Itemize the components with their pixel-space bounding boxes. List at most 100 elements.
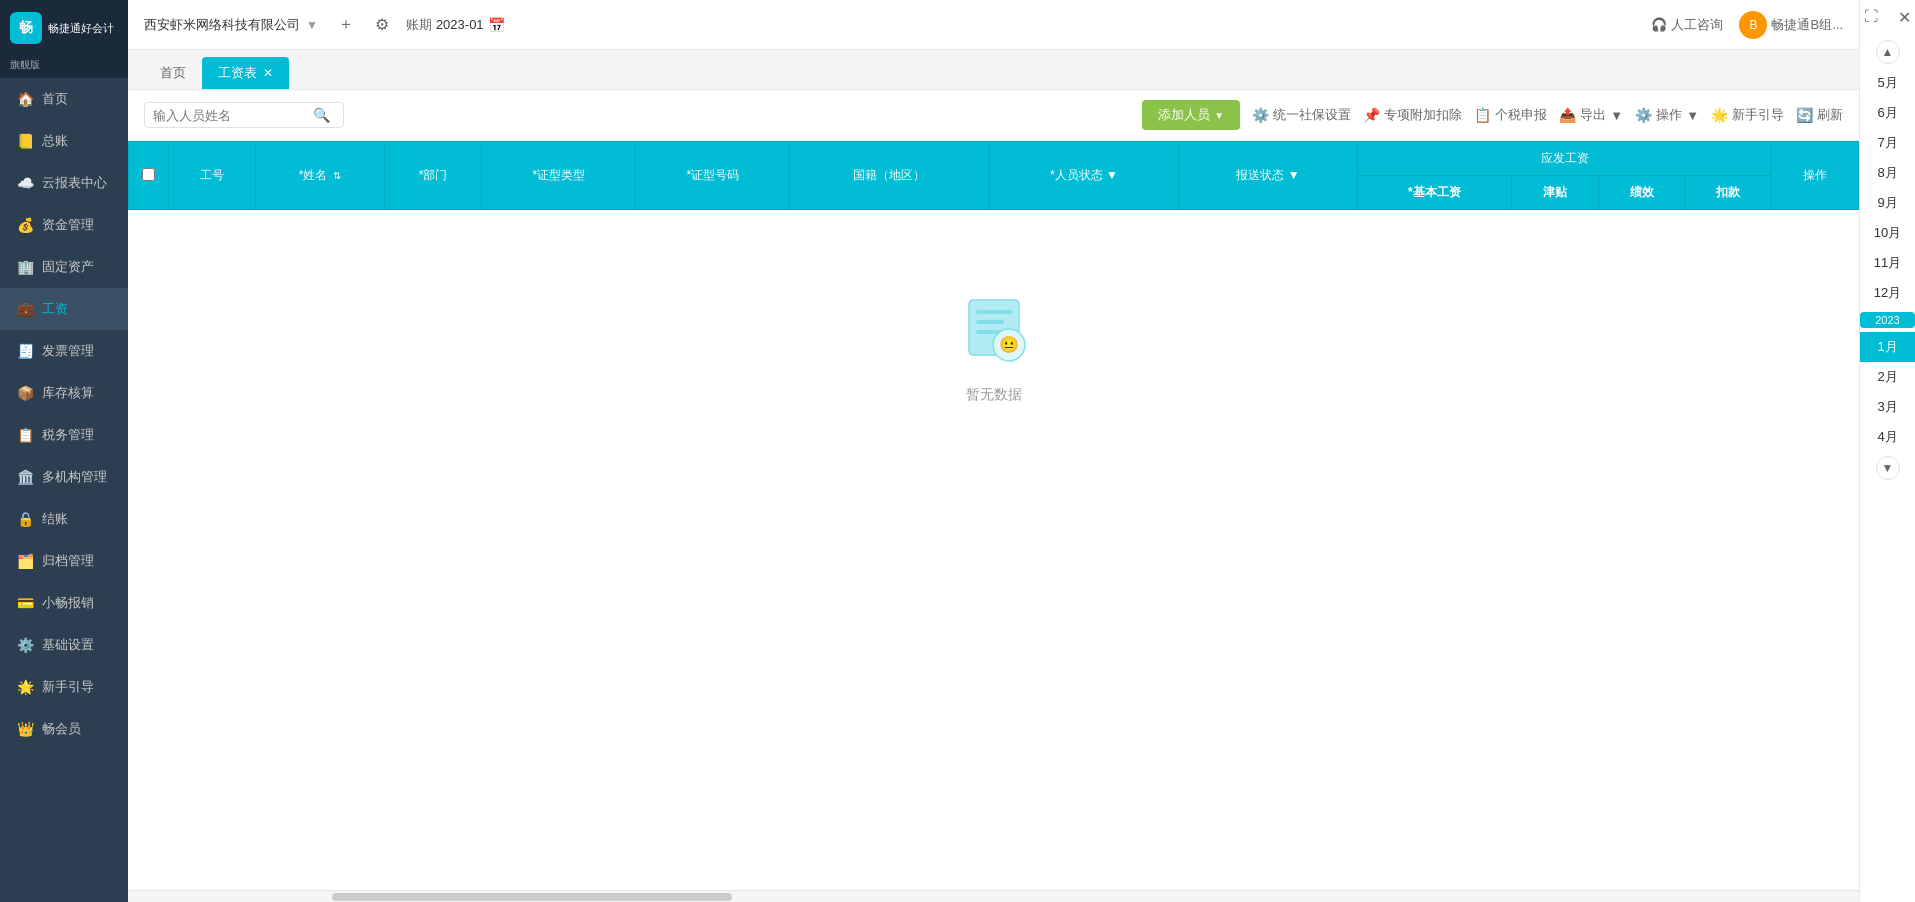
sidebar-item-closing[interactable]: 🔒 结账 [0, 498, 128, 540]
sidebar-item-expense[interactable]: 💳 小畅报销 [0, 582, 128, 624]
th-base-salary[interactable]: *基本工资 [1357, 176, 1511, 210]
svg-rect-2 [976, 320, 1004, 324]
th-deduction: 扣款 [1685, 176, 1772, 210]
month-next-button[interactable]: ▼ [1876, 456, 1900, 480]
th-id-type[interactable]: *证型类型 [482, 142, 636, 210]
th-dept[interactable]: *部门 [384, 142, 482, 210]
th-country[interactable]: 国籍（地区） [790, 142, 989, 210]
sidebar-item-cloud-report[interactable]: ☁️ 云报表中心 [0, 162, 128, 204]
month-item-2022-11[interactable]: 11月 [1860, 248, 1915, 278]
sidebar-item-inventory[interactable]: 📦 库存核算 [0, 372, 128, 414]
sidebar-item-member[interactable]: 👑 畅会员 [0, 708, 128, 750]
sidebar-item-fund-label: 资金管理 [42, 216, 94, 234]
sidebar-item-asset[interactable]: 🏢 固定资产 [0, 246, 128, 288]
sidebar-item-multi-org[interactable]: 🏛️ 多机构管理 [0, 456, 128, 498]
sidebar-item-archive[interactable]: 🗂️ 归档管理 [0, 540, 128, 582]
month-panel-close-button[interactable]: ✕ [1898, 8, 1911, 27]
month-prev-button[interactable]: ▲ [1876, 40, 1900, 64]
sidebar-item-guide[interactable]: 🌟 新手引导 [0, 666, 128, 708]
operations-button[interactable]: ⚙️ 操作 ▼ [1635, 106, 1699, 124]
period-label: 账期 [406, 16, 432, 34]
refresh-button[interactable]: 🔄 刷新 [1796, 106, 1843, 124]
month-item-2023-01[interactable]: 1月 [1860, 332, 1915, 362]
topbar-actions: ＋ ⚙ [334, 13, 394, 37]
human-service-button[interactable]: 🎧 人工咨询 [1651, 16, 1723, 34]
month-item-2022-05[interactable]: 5月 [1860, 68, 1915, 98]
month-2022-12-label: 12月 [1874, 285, 1901, 300]
month-item-2022-09[interactable]: 9月 [1860, 188, 1915, 218]
th-status[interactable]: *人员状态 ▼ [989, 142, 1179, 210]
special-deduction-label: 专项附加扣除 [1384, 106, 1462, 124]
sidebar-item-tax[interactable]: 📋 税务管理 [0, 414, 128, 456]
month-2022-09-label: 9月 [1877, 195, 1897, 210]
sidebar-item-multi-org-label: 多机构管理 [42, 468, 107, 486]
th-operations: 操作 [1772, 142, 1859, 210]
th-id-number[interactable]: *证型号码 [636, 142, 790, 210]
personal-tax-button[interactable]: 📋 个税申报 [1474, 106, 1547, 124]
month-item-2022-06[interactable]: 6月 [1860, 98, 1915, 128]
company-dropdown-arrow: ▼ [306, 18, 318, 32]
search-input[interactable] [153, 108, 313, 123]
export-icon: 📤 [1559, 107, 1576, 123]
horizontal-scrollbar[interactable] [128, 890, 1859, 902]
empty-state: 😐 暂无数据 [129, 210, 1859, 484]
th-checkbox[interactable] [129, 142, 169, 210]
select-all-checkbox[interactable] [142, 168, 155, 181]
special-deduction-button[interactable]: 📌 专项附加扣除 [1363, 106, 1462, 124]
current-year-badge: 2023 [1860, 312, 1915, 328]
month-item-2022-07[interactable]: 7月 [1860, 128, 1915, 158]
th-employee-id[interactable]: 工号 [169, 142, 256, 210]
search-box[interactable]: 🔍 [144, 102, 344, 128]
sidebar-item-ledger[interactable]: 📒 总账 [0, 120, 128, 162]
add-company-button[interactable]: ＋ [334, 13, 358, 37]
company-selector[interactable]: 西安虾米网络科技有限公司 ▼ [144, 16, 318, 34]
tab-close-button[interactable]: ✕ [263, 66, 273, 80]
user-profile-button[interactable]: B 畅捷通B组... [1739, 11, 1843, 39]
month-item-2022-12[interactable]: 12月 [1860, 278, 1915, 308]
add-employee-button[interactable]: 添加人员 ▼ [1142, 100, 1240, 130]
month-item-2023-04[interactable]: 4月 [1860, 422, 1915, 452]
name-sort-icon: ⇅ [333, 170, 341, 181]
report-status-filter-icon[interactable]: ▼ [1288, 168, 1300, 182]
th-name[interactable]: *姓名 ⇅ [255, 142, 384, 210]
toolbar-right-actions: 添加人员 ▼ ⚙️ 统一社保设置 📌 专项附加扣除 📋 个税申报 📤 [1142, 100, 1843, 130]
sidebar-item-guide-label: 新手引导 [42, 678, 94, 696]
month-2023-04-label: 4月 [1877, 429, 1897, 444]
sidebar: 畅 畅捷通好会计 旗舰版 🏠 首页 📒 总账 ☁️ 云报表中心 💰 资金管理 🏢… [0, 0, 128, 902]
status-filter-icon[interactable]: ▼ [1106, 168, 1118, 182]
tab-salary-table[interactable]: 工资表 ✕ [202, 57, 289, 89]
personal-tax-icon: 📋 [1474, 107, 1491, 123]
th-id-type-label: *证型类型 [533, 168, 586, 182]
month-item-2022-10[interactable]: 10月 [1860, 218, 1915, 248]
salary-icon: 💼 [16, 300, 34, 318]
scrollbar-thumb[interactable] [332, 893, 732, 901]
month-2022-10-label: 10月 [1874, 225, 1901, 240]
sidebar-item-home[interactable]: 🏠 首页 [0, 78, 128, 120]
period-calendar-icon[interactable]: 📅 [488, 17, 505, 33]
month-item-2023-03[interactable]: 3月 [1860, 392, 1915, 422]
th-allowance: 津贴 [1511, 176, 1598, 210]
sidebar-item-invoice-label: 发票管理 [42, 342, 94, 360]
th-employee-id-label: 工号 [200, 168, 224, 182]
export-button[interactable]: 📤 导出 ▼ [1559, 106, 1623, 124]
sidebar-item-salary[interactable]: 💼 工资 [0, 288, 128, 330]
tab-home[interactable]: 首页 [144, 57, 202, 89]
month-2023-03-label: 3月 [1877, 399, 1897, 414]
month-item-2022-08[interactable]: 8月 [1860, 158, 1915, 188]
sidebar-item-settings[interactable]: ⚙️ 基础设置 [0, 624, 128, 666]
new-guide-icon: 🌟 [1711, 107, 1728, 123]
social-settings-button[interactable]: ⚙️ 统一社保设置 [1252, 106, 1351, 124]
company-name: 西安虾米网络科技有限公司 [144, 16, 300, 34]
sidebar-item-member-label: 畅会员 [42, 720, 81, 738]
operations-label: 操作 [1656, 106, 1682, 124]
sidebar-item-fund[interactable]: 💰 资金管理 [0, 204, 128, 246]
month-item-2023-02[interactable]: 2月 [1860, 362, 1915, 392]
new-guide-button[interactable]: 🌟 新手引导 [1711, 106, 1784, 124]
th-report-status-label: 报送状态 [1236, 168, 1284, 182]
current-year-label: 2023 [1875, 314, 1899, 326]
sidebar-item-invoice[interactable]: 🧾 发票管理 [0, 330, 128, 372]
month-panel-expand-button[interactable]: ⛶ [1864, 8, 1878, 24]
company-settings-button[interactable]: ⚙ [370, 13, 394, 37]
th-salary-group-label: 应发工资 [1541, 151, 1589, 165]
th-report-status[interactable]: 报送状态 ▼ [1179, 142, 1358, 210]
